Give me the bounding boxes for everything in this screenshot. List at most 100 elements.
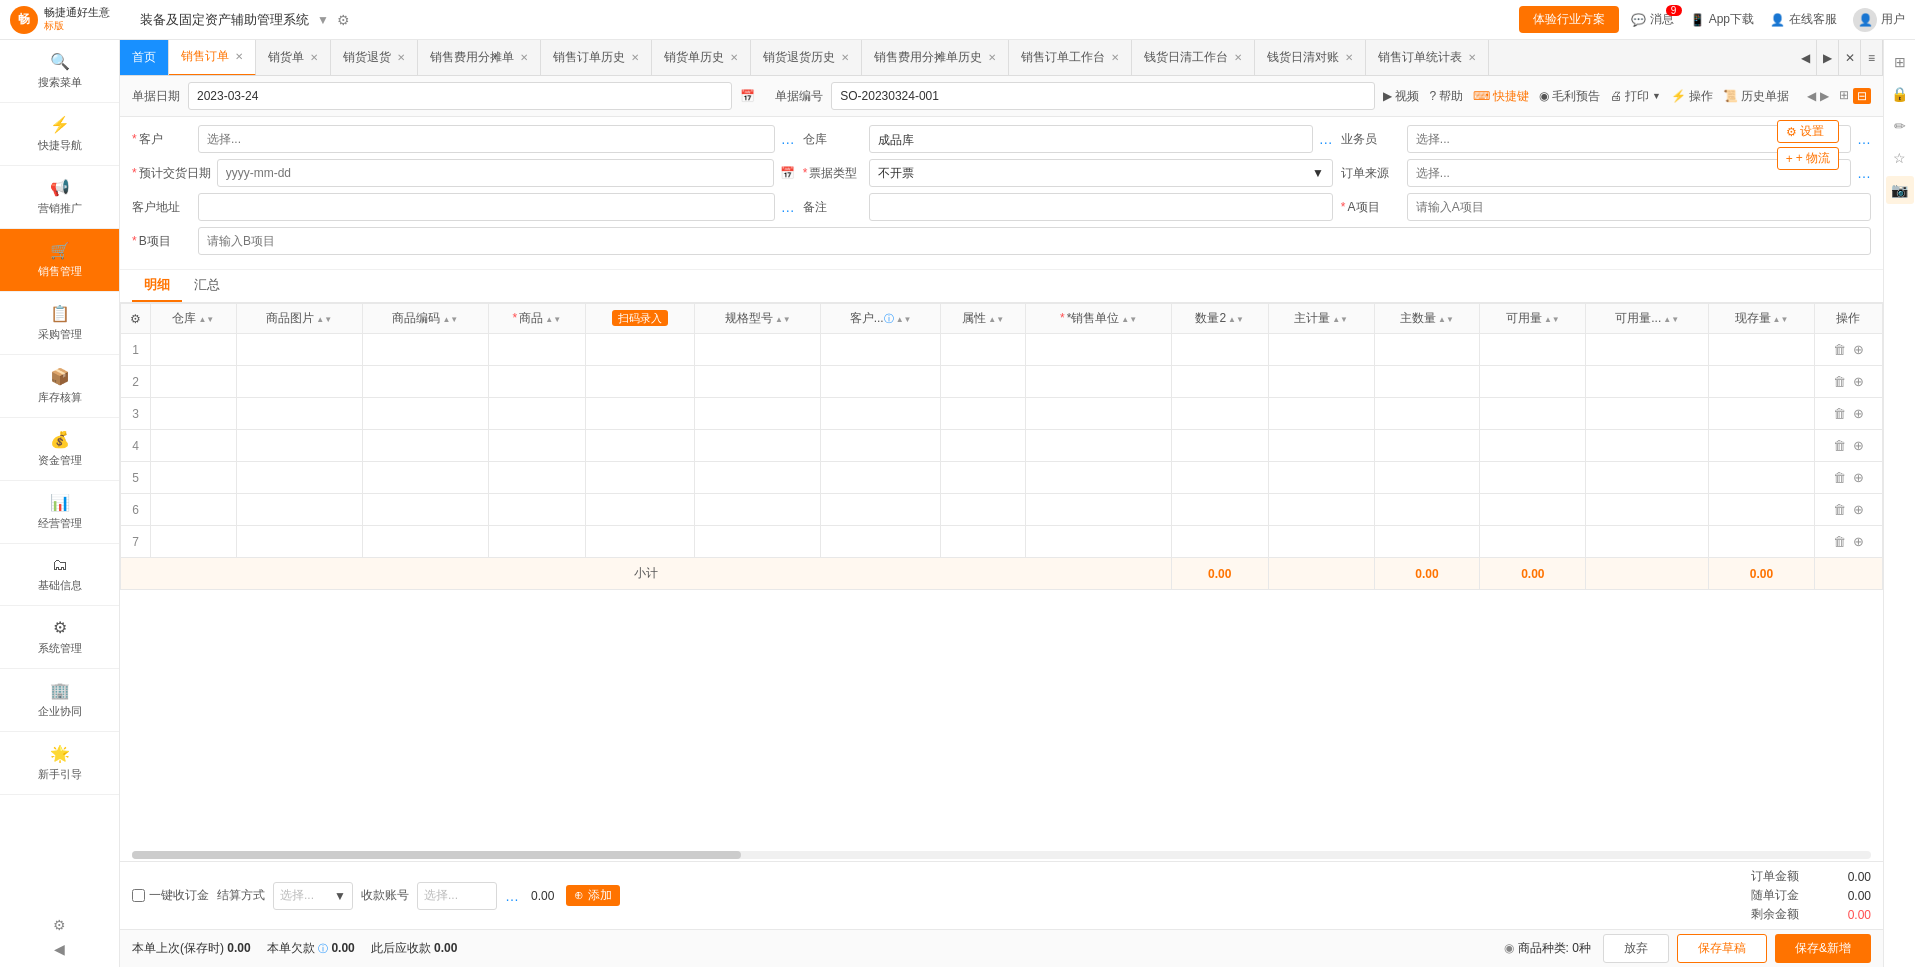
row-qty2-4[interactable] [1171,430,1268,462]
row-available-1[interactable] [1480,334,1586,366]
customer-address-input[interactable] [198,193,775,221]
th-warehouse[interactable]: 仓库▲▼ [151,304,237,334]
warehouse-expand[interactable]: … [1319,131,1333,147]
row-copy-3[interactable]: ⊕ [1853,406,1864,421]
rp-edit-icon[interactable]: ✏ [1886,112,1914,140]
tab-close-sales-order-hist[interactable]: ✕ [631,52,639,63]
row-copy-5[interactable]: ⊕ [1853,470,1864,485]
row-qty2-6[interactable] [1171,494,1268,526]
row-available2-1[interactable] [1586,334,1709,366]
th-stock[interactable]: 现存量▲▼ [1709,304,1815,334]
user-menu[interactable]: 👤 用户 [1853,8,1905,32]
row-warehouse-4[interactable] [151,430,237,462]
row-attribute-7[interactable] [940,526,1026,558]
row-main-qty-5[interactable] [1374,462,1480,494]
row-product-code-2[interactable] [362,366,488,398]
one-click-checkbox-wrap[interactable]: 一键收订金 [132,887,209,904]
row-spec-5[interactable] [695,462,821,494]
row-customer-attr-3[interactable] [821,398,940,430]
calendar-icon[interactable]: 📅 [740,89,755,103]
row-spec-1[interactable] [695,334,821,366]
delivery-calendar-icon[interactable]: 📅 [780,166,795,180]
row-product-img-1[interactable] [236,334,362,366]
row-delete-7[interactable]: 🗑 [1833,534,1846,549]
nav-prev-icon[interactable]: ◀ [1807,89,1816,103]
tab-sales-return-hist[interactable]: 销货单历史✕ [652,40,751,76]
tab-close-sales-fee-hist[interactable]: ✕ [988,52,996,63]
sidebar-item-system[interactable]: ⚙ 系统管理 [0,606,119,669]
row-attribute-5[interactable] [940,462,1026,494]
row-main-unit-3[interactable] [1268,398,1374,430]
row-copy-4[interactable]: ⊕ [1853,438,1864,453]
tab-sales-refund[interactable]: 销货退货✕ [331,40,418,76]
nav-next-icon[interactable]: ▶ [1820,89,1829,103]
row-available2-7[interactable] [1586,526,1709,558]
row-available-6[interactable] [1480,494,1586,526]
address-expand[interactable]: … [781,199,795,215]
row-delete-4[interactable]: 🗑 [1833,438,1846,453]
tab-next-btn[interactable]: ▶ [1817,40,1839,76]
row-qty2-7[interactable] [1171,526,1268,558]
th-customer-attr[interactable]: 客户...ⓘ▲▼ [821,304,940,334]
row-attribute-6[interactable] [940,494,1026,526]
discard-btn[interactable]: 放弃 [1603,934,1669,963]
tab-sales-refund-hist[interactable]: 销货退货历史✕ [751,40,862,76]
tab-sales-stats[interactable]: 销售订单统计表✕ [1366,40,1489,76]
bill-no-field[interactable]: SO-20230324-001 [831,82,1375,110]
tab-sales-workbench[interactable]: 销售订单工作台✕ [1009,40,1132,76]
tab-sales-order[interactable]: 销售订单✕ [169,40,256,76]
row-main-qty-4[interactable] [1374,430,1480,462]
row-product-img-7[interactable] [236,526,362,558]
row-product-1[interactable] [488,334,585,366]
staff-expand[interactable]: … [1857,131,1871,147]
row-available-3[interactable] [1480,398,1586,430]
row-product-code-3[interactable] [362,398,488,430]
row-warehouse-5[interactable] [151,462,237,494]
row-attribute-2[interactable] [940,366,1026,398]
system-dropdown-icon[interactable]: ▼ [317,13,329,27]
row-available-2[interactable] [1480,366,1586,398]
project-a-input[interactable] [1407,193,1871,221]
row-main-unit-2[interactable] [1268,366,1374,398]
th-scan[interactable]: 扫码录入 [585,304,695,334]
row-delete-6[interactable]: 🗑 [1833,502,1846,517]
row-product-code-6[interactable] [362,494,488,526]
row-product-code-1[interactable] [362,334,488,366]
row-available-4[interactable] [1480,430,1586,462]
row-product-img-4[interactable] [236,430,362,462]
sidebar-settings-icon[interactable]: ⚙ [53,917,66,933]
sidebar-item-search[interactable]: 🔍 搜索菜单 [0,40,119,103]
row-stock-1[interactable] [1709,334,1815,366]
industry-btn[interactable]: 体验行业方案 [1519,6,1619,33]
sidebar-collapse-icon[interactable]: ◀ [54,941,65,957]
row-copy-1[interactable]: ⊕ [1853,342,1864,357]
row-available2-4[interactable] [1586,430,1709,462]
tab-sales-fee-hist[interactable]: 销售费用分摊单历史✕ [862,40,1009,76]
system-settings-icon[interactable]: ⚙ [337,12,350,28]
row-qty2-5[interactable] [1171,462,1268,494]
row-main-qty-6[interactable] [1374,494,1480,526]
sidebar-item-finance[interactable]: 💰 资金管理 [0,418,119,481]
draft-btn[interactable]: 保存草稿 [1677,934,1767,963]
fullscreen-icon[interactable]: ⊟ [1853,88,1871,104]
settings-btn[interactable]: ⚙ 设置 [1777,120,1839,143]
row-warehouse-1[interactable] [151,334,237,366]
row-spec-3[interactable] [695,398,821,430]
row-stock-4[interactable] [1709,430,1815,462]
toolbar-print[interactable]: 🖨 打印 ▼ [1610,88,1661,105]
project-b-input[interactable] [198,227,1871,255]
sidebar-item-quick-nav[interactable]: ⚡ 快捷导航 [0,103,119,166]
row-product-img-5[interactable] [236,462,362,494]
th-available2[interactable]: 可用量...▲▼ [1586,304,1709,334]
th-main-qty[interactable]: 主数量▲▼ [1374,304,1480,334]
sidebar-item-inventory[interactable]: 📦 库存核算 [0,355,119,418]
row-delete-3[interactable]: 🗑 [1833,406,1846,421]
row-available2-2[interactable] [1586,366,1709,398]
rp-scan-icon[interactable]: 📷 [1886,176,1914,204]
rp-grid-icon[interactable]: ⊞ [1886,48,1914,76]
rp-star-icon[interactable]: ☆ [1886,144,1914,172]
row-qty2-1[interactable] [1171,334,1268,366]
account-select[interactable]: 选择... [417,882,497,910]
row-available2-6[interactable] [1586,494,1709,526]
inner-tab-summary[interactable]: 汇总 [182,270,232,302]
